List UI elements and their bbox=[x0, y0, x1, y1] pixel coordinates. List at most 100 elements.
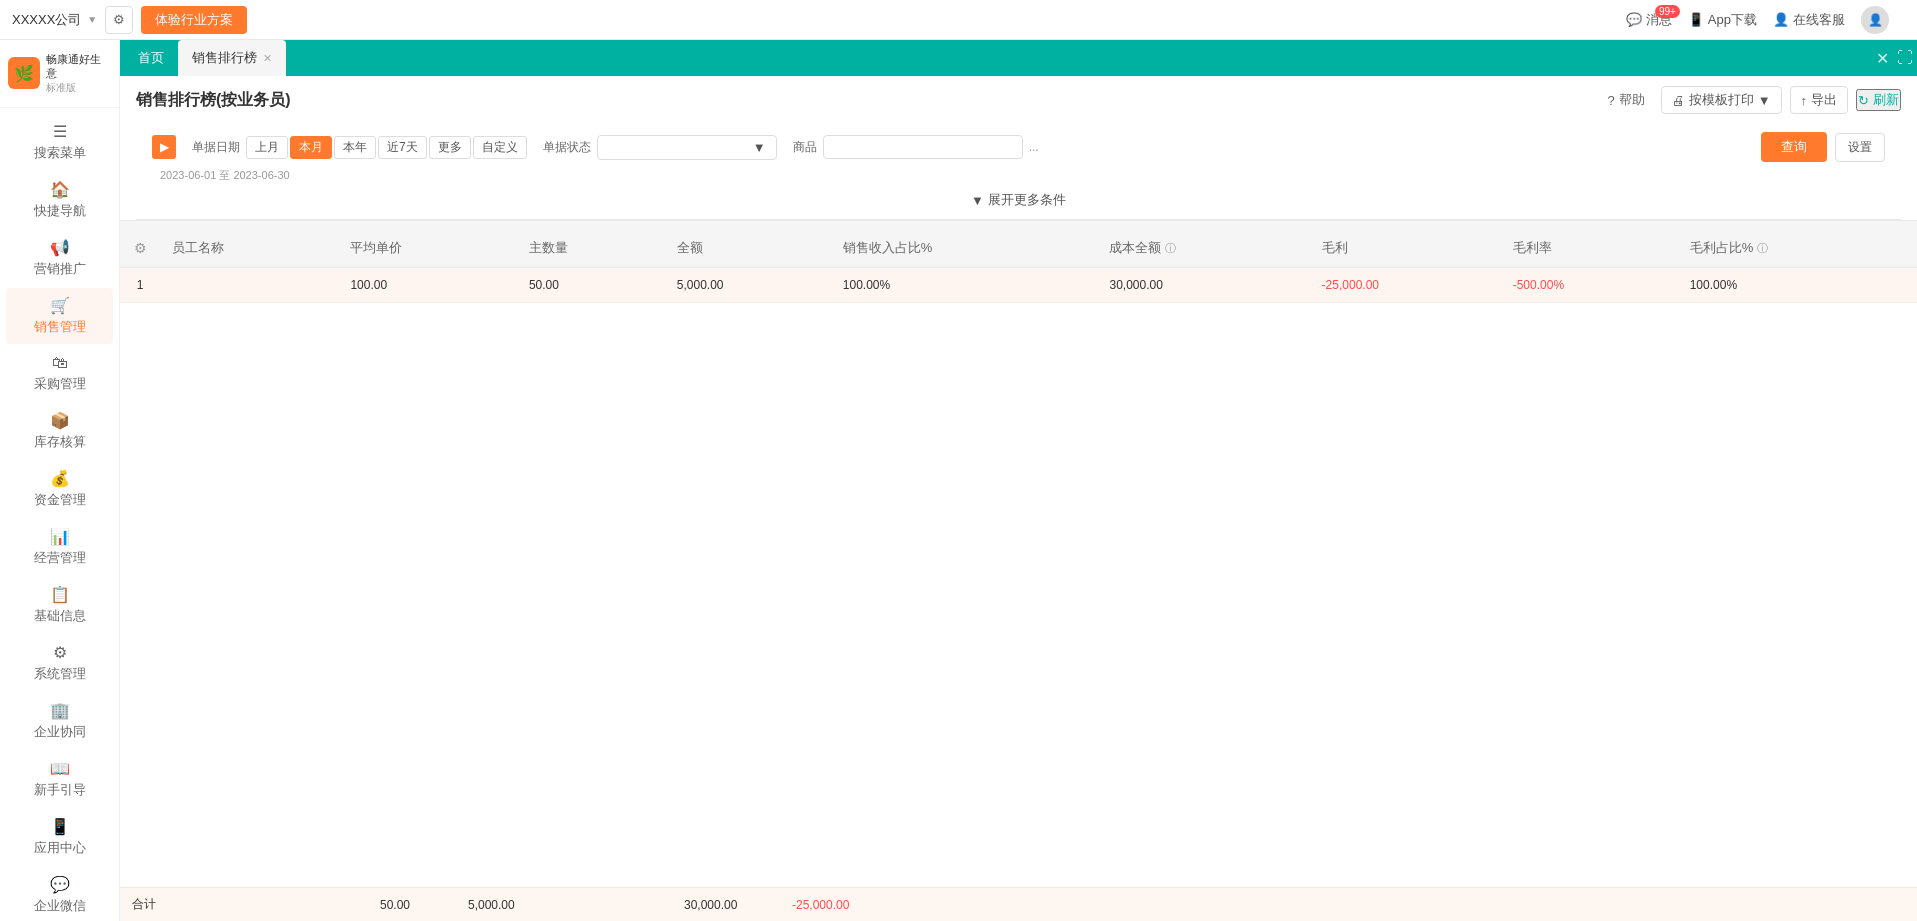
tab-close-icon[interactable]: ✕ bbox=[263, 52, 272, 65]
expand-chevron-icon: ▼ bbox=[971, 193, 984, 208]
refresh-label: 刷新 bbox=[1873, 91, 1899, 109]
table-area: ⚙ 员工名称 平均单价 主数量 bbox=[120, 229, 1917, 887]
template-print-button[interactable]: 🖨 按模板打印 ▼ bbox=[1661, 86, 1782, 114]
date-period-label: 单据日期 bbox=[192, 139, 240, 156]
sidebar-menu: ☰ 搜索菜单 🏠 快捷导航 📢 营销推广 🛒 销售管理 🛍 采购管理 📦 bbox=[0, 108, 119, 921]
date-btn-custom[interactable]: 自定义 bbox=[473, 136, 527, 159]
export-button[interactable]: ↑ 导出 bbox=[1790, 86, 1849, 114]
table-footer: 合计 50.00 5,000.00 30,000.00 -25,000.00 bbox=[120, 887, 1917, 921]
status-filter-group: 单据状态 ▼ bbox=[543, 135, 777, 160]
message-button[interactable]: 💬 消息 99+ bbox=[1626, 11, 1672, 29]
expand-conditions-button[interactable]: ▼ 展开更多条件 bbox=[971, 191, 1066, 209]
app-label: App下载 bbox=[1708, 11, 1757, 29]
col-costamount-label: 成本全额 bbox=[1109, 240, 1161, 255]
sidebar-item-finance[interactable]: 💰 资金管理 bbox=[6, 461, 113, 517]
sidebar-item-search[interactable]: ☰ 搜索菜单 bbox=[6, 114, 113, 170]
page-title: 销售排行榜(按业务员) bbox=[136, 90, 291, 111]
filter-area: ▶ 单据日期 上月 本月 本年 近7天 更多 自定义 bbox=[136, 122, 1901, 220]
tab-bar: 首页 销售排行榜 ✕ ✕ ⛶ bbox=[120, 40, 1917, 76]
cell-grosspct: 100.00% bbox=[1678, 268, 1917, 303]
sidebar-item-basic[interactable]: 📋 基础信息 bbox=[6, 577, 113, 633]
tab-fullscreen-icon[interactable]: ⛶ bbox=[1897, 49, 1913, 67]
trial-button[interactable]: 体验行业方案 bbox=[141, 6, 247, 34]
sidebar-item-enterprise[interactable]: 🏢 企业协同 bbox=[6, 693, 113, 749]
status-select[interactable]: ▼ bbox=[597, 135, 777, 160]
enterprise-icon: 🏢 bbox=[50, 701, 70, 720]
avatar[interactable]: 👤 bbox=[1861, 6, 1889, 34]
settings-icon[interactable]: ⚙ bbox=[105, 6, 133, 34]
status-label: 单据状态 bbox=[543, 139, 591, 156]
table-settings-button[interactable]: 设置 bbox=[1835, 133, 1885, 162]
sidebar-item-sales[interactable]: 🛒 销售管理 bbox=[6, 288, 113, 344]
template-print-label: 按模板打印 bbox=[1689, 91, 1754, 109]
date-btn-last-month[interactable]: 上月 bbox=[246, 136, 288, 159]
service-icon: 👤 bbox=[1773, 12, 1789, 27]
tab-home[interactable]: 首页 bbox=[124, 40, 178, 76]
sidebar-label-finance: 资金管理 bbox=[34, 491, 86, 509]
operations-icon: 📊 bbox=[50, 527, 70, 546]
date-btn-this-month[interactable]: 本月 bbox=[290, 136, 332, 159]
cell-rank: 1 bbox=[120, 268, 160, 303]
sidebar-label-guide: 新手引导 bbox=[34, 781, 86, 799]
sidebar: 🌿 畅康通好生意 标准版 ☰ 搜索菜单 🏠 快捷导航 📢 营销推广 🛒 销售管理 bbox=[0, 40, 120, 921]
query-actions: 查询 设置 bbox=[1761, 132, 1885, 162]
system-icon: ⚙ bbox=[53, 643, 67, 662]
col-header-amount: 全额 bbox=[665, 229, 831, 268]
footer-grossprofit: -25,000.00 bbox=[792, 898, 892, 912]
col-avgprice-label: 平均单价 bbox=[350, 240, 402, 255]
sidebar-item-appcenter[interactable]: 📱 应用中心 bbox=[6, 809, 113, 865]
main-layout: 🌿 畅康通好生意 标准版 ☰ 搜索菜单 🏠 快捷导航 📢 营销推广 🛒 销售管理 bbox=[0, 40, 1917, 921]
top-bar-right: 💬 消息 99+ 📱 App下载 👤 在线客服 👤 bbox=[1626, 6, 1905, 34]
tab-sales-ranking[interactable]: 销售排行榜 ✕ bbox=[178, 40, 286, 76]
service-label: 在线客服 bbox=[1793, 11, 1845, 29]
help-button[interactable]: ? 帮助 bbox=[1599, 87, 1652, 113]
sidebar-label-inventory: 库存核算 bbox=[34, 433, 86, 451]
purchase-icon: 🛍 bbox=[52, 354, 68, 372]
goods-label: 商品 bbox=[793, 139, 817, 156]
col-header-empname: 员工名称 bbox=[160, 229, 338, 268]
company-selector[interactable]: XXXXX公司 ▼ bbox=[12, 11, 97, 29]
online-service-button[interactable]: 👤 在线客服 bbox=[1773, 11, 1845, 29]
more-link[interactable]: ... bbox=[1029, 140, 1039, 154]
table-body: 1 100.00 50.00 5,000.00 100.00% 30,000.0… bbox=[120, 268, 1917, 303]
sidebar-item-inventory[interactable]: 📦 库存核算 bbox=[6, 403, 113, 459]
grosspct-info-icon: ⓘ bbox=[1757, 242, 1768, 254]
sidebar-label-system: 系统管理 bbox=[34, 665, 86, 683]
top-bar: XXXXX公司 ▼ ⚙ 体验行业方案 💬 消息 99+ 📱 App下载 👤 在线… bbox=[0, 0, 1917, 40]
date-btn-more[interactable]: 更多 bbox=[429, 136, 471, 159]
column-settings-icon[interactable]: ⚙ bbox=[134, 240, 147, 256]
col-header-grossrate: 毛利率 bbox=[1501, 229, 1678, 268]
sidebar-item-purchase[interactable]: 🛍 采购管理 bbox=[6, 346, 113, 401]
app-icon: 📱 bbox=[1688, 12, 1704, 27]
date-btn-7days[interactable]: 近7天 bbox=[378, 136, 427, 159]
sidebar-item-marketing[interactable]: 📢 营销推广 bbox=[6, 230, 113, 286]
sidebar-item-wechat[interactable]: 💬 企业微信 bbox=[6, 867, 113, 921]
logo-line1: 畅康通好生意 bbox=[46, 52, 111, 81]
sidebar-item-system[interactable]: ⚙ 系统管理 bbox=[6, 635, 113, 691]
cell-costamount: 30,000.00 bbox=[1097, 268, 1309, 303]
tab-close-all-icon[interactable]: ✕ bbox=[1876, 49, 1889, 68]
footer-costamount: 30,000.00 bbox=[684, 898, 784, 912]
sidebar-item-guide[interactable]: 📖 新手引导 bbox=[6, 751, 113, 807]
page-content: 销售排行榜(按业务员) ? 帮助 🖨 按模板打印 ▼ ↑ bbox=[120, 76, 1917, 921]
cell-avgprice: 100.00 bbox=[338, 268, 516, 303]
goods-filter-group: 商品 ... bbox=[793, 135, 1039, 159]
sidebar-item-quick[interactable]: 🏠 快捷导航 bbox=[6, 172, 113, 228]
marketing-icon: 📢 bbox=[50, 238, 70, 257]
query-button[interactable]: 查询 bbox=[1761, 132, 1827, 162]
col-header-settings[interactable]: ⚙ bbox=[120, 229, 160, 268]
app-download-button[interactable]: 📱 App下载 bbox=[1688, 11, 1757, 29]
sidebar-item-operations[interactable]: 📊 经营管理 bbox=[6, 519, 113, 575]
page-header: 销售排行榜(按业务员) ? 帮助 🖨 按模板打印 ▼ ↑ bbox=[120, 76, 1917, 221]
col-header-avgprice: 平均单价 bbox=[338, 229, 516, 268]
filter-toggle-button[interactable]: ▶ bbox=[152, 135, 176, 159]
cell-grossprofit: -25,000.00 bbox=[1310, 268, 1501, 303]
print-chevron-icon: ▼ bbox=[1758, 93, 1771, 108]
refresh-button[interactable]: ↻ 刷新 bbox=[1856, 89, 1901, 111]
help-icon: ? bbox=[1607, 93, 1614, 108]
date-btn-this-year[interactable]: 本年 bbox=[334, 136, 376, 159]
col-header-mainqty: 主数量 bbox=[517, 229, 665, 268]
goods-input[interactable] bbox=[823, 135, 1023, 159]
col-header-costamount: 成本全额 ⓘ bbox=[1097, 229, 1309, 268]
logo-icon: 🌿 bbox=[8, 57, 40, 89]
